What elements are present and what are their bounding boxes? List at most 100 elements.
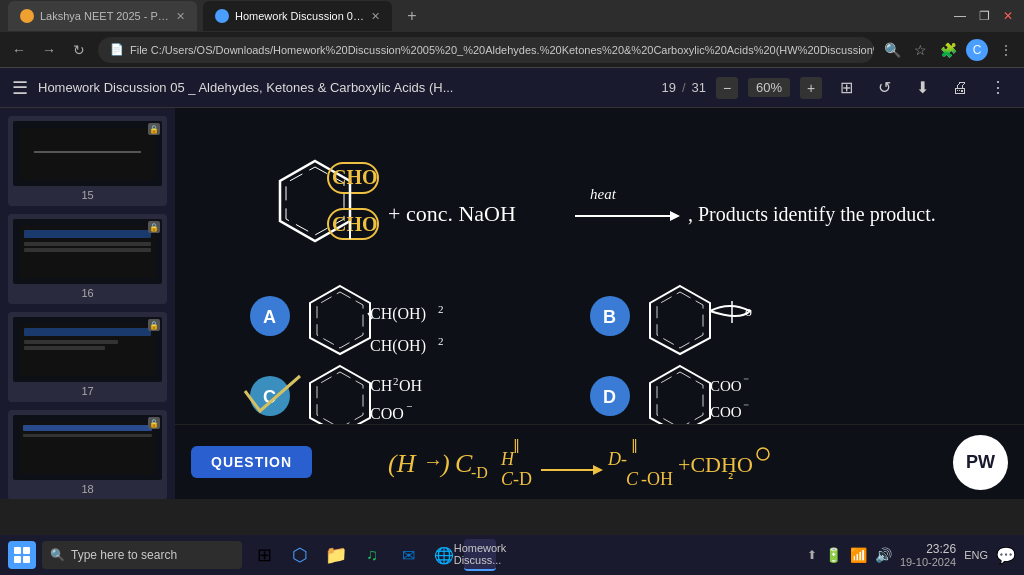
new-tab-button[interactable]: + bbox=[398, 2, 426, 30]
minimize-button[interactable]: — bbox=[952, 8, 968, 24]
slide-thumb-17[interactable]: 🔒 17 bbox=[8, 312, 167, 402]
slide-16-label: 16 bbox=[13, 287, 162, 299]
svg-marker-51 bbox=[650, 366, 710, 424]
svg-text:(H: (H bbox=[388, 449, 417, 478]
svg-text:-OH: -OH bbox=[641, 469, 673, 489]
main-content: 🔒 15 🔒 16 bbox=[0, 108, 1024, 499]
svg-text:CH(OH): CH(OH) bbox=[370, 305, 426, 323]
svg-marker-37 bbox=[657, 292, 703, 348]
more-icon[interactable]: ⋮ bbox=[996, 40, 1016, 60]
more-options-button[interactable]: ⋮ bbox=[984, 74, 1012, 102]
svg-text:+ conc. NaOH: + conc. NaOH bbox=[388, 201, 516, 226]
taskbar-battery: 🔋 bbox=[825, 547, 842, 563]
svg-text:‖: ‖ bbox=[631, 438, 638, 453]
start-button[interactable] bbox=[8, 541, 36, 569]
page-separator: / bbox=[682, 80, 686, 95]
svg-marker-27 bbox=[310, 286, 370, 354]
taskbar-homework[interactable]: Homework Discuss... bbox=[464, 539, 496, 571]
svg-text:CH(OH): CH(OH) bbox=[370, 337, 426, 355]
slide-thumb-18-image: 🔒 bbox=[13, 415, 162, 480]
taskbar-active-app-label: Homework Discuss... bbox=[454, 542, 507, 566]
tab-1-label: Lakshya NEET 2025 - Physics W... bbox=[40, 10, 170, 22]
tab-2[interactable]: Homework Discussion 05 _ Ald... ✕ bbox=[203, 1, 392, 31]
restore-button[interactable]: ❐ bbox=[976, 8, 992, 24]
star-icon[interactable]: ☆ bbox=[910, 40, 930, 60]
svg-rect-79 bbox=[23, 556, 30, 563]
taskbar-widgets[interactable]: ⊞ bbox=[248, 539, 280, 571]
taskbar-date: 19-10-2024 bbox=[900, 556, 956, 568]
svg-marker-67 bbox=[593, 465, 603, 475]
svg-text:): ) bbox=[439, 449, 450, 478]
url-box[interactable]: 📄 File C:/Users/OS/Downloads/Homework%20… bbox=[98, 37, 874, 63]
svg-marker-36 bbox=[650, 286, 710, 354]
svg-text:⁻: ⁻ bbox=[406, 401, 413, 416]
refresh-button[interactable]: ↻ bbox=[68, 39, 90, 61]
taskbar-edge[interactable]: ⬡ bbox=[284, 539, 316, 571]
slide-thumb-15[interactable]: 🔒 15 bbox=[8, 116, 167, 206]
taskbar-explorer[interactable]: 📁 bbox=[320, 539, 352, 571]
svg-text:2: 2 bbox=[438, 335, 444, 347]
svg-text:, Products identify the produc: , Products identify the product. bbox=[688, 203, 936, 226]
slide-main-svg: CHO CHO + conc. NaOH heat , Products ide… bbox=[220, 108, 980, 424]
page-navigation: 19 / 31 bbox=[661, 80, 706, 95]
tab-1[interactable]: Lakshya NEET 2025 - Physics W... ✕ bbox=[8, 1, 197, 31]
menu-icon[interactable]: ☰ bbox=[12, 77, 28, 99]
taskbar-spotify[interactable]: ♫ bbox=[356, 539, 388, 571]
tab-2-label: Homework Discussion 05 _ Ald... bbox=[235, 10, 365, 22]
slide-15-lock-icon: 🔒 bbox=[148, 123, 160, 135]
pw-logo: PW bbox=[953, 435, 1008, 490]
svg-point-75 bbox=[757, 448, 769, 460]
extensions-icon[interactable]: 🧩 bbox=[938, 40, 958, 60]
zoom-out-button[interactable]: − bbox=[716, 77, 738, 99]
slide-18-label: 18 bbox=[13, 483, 162, 495]
svg-text:-D: -D bbox=[513, 469, 532, 489]
svg-text:o: o bbox=[745, 304, 752, 319]
pw-logo-text: PW bbox=[966, 452, 995, 473]
svg-marker-28 bbox=[317, 292, 363, 348]
tab-1-close[interactable]: ✕ bbox=[176, 10, 185, 23]
print-button[interactable]: 🖨 bbox=[946, 74, 974, 102]
taskbar-system-tray: ⬆ 🔋 📶 🔊 23:26 19-10-2024 ENG 💬 bbox=[807, 542, 1016, 568]
slides-sidebar: 🔒 15 🔒 16 bbox=[0, 108, 175, 499]
slide-thumb-17-image: 🔒 bbox=[13, 317, 162, 382]
question-bar: QUESTION (H → ) C -D H ‖ C -D bbox=[175, 424, 1024, 499]
svg-marker-52 bbox=[657, 372, 703, 424]
svg-text:CH: CH bbox=[370, 377, 393, 394]
taskbar-search[interactable]: 🔍 Type here to search bbox=[42, 541, 242, 569]
taskbar-show-desktop[interactable]: ⬆ bbox=[807, 548, 817, 562]
svg-marker-42 bbox=[310, 366, 370, 424]
close-button[interactable]: ✕ bbox=[1000, 8, 1016, 24]
fit-page-button[interactable]: ⊞ bbox=[832, 74, 860, 102]
svg-marker-23 bbox=[670, 211, 680, 221]
slide-area: CHO CHO + conc. NaOH heat , Products ide… bbox=[175, 108, 1024, 499]
slide-16-lock-icon: 🔒 bbox=[148, 221, 160, 233]
taskbar-mail[interactable]: ✉ bbox=[392, 539, 424, 571]
slide-18-lock-icon: 🔒 bbox=[148, 417, 160, 429]
svg-text:2: 2 bbox=[393, 375, 399, 387]
question-button[interactable]: QUESTION bbox=[191, 446, 312, 478]
file-icon: 📄 bbox=[110, 43, 124, 56]
back-button[interactable]: ← bbox=[8, 39, 30, 61]
zoom-in-button[interactable]: + bbox=[800, 77, 822, 99]
slide-thumb-18[interactable]: 🔒 18 bbox=[8, 410, 167, 499]
slide-thumb-16[interactable]: 🔒 16 bbox=[8, 214, 167, 304]
taskbar-volume[interactable]: 🔊 bbox=[875, 547, 892, 563]
tab-1-favicon bbox=[20, 9, 34, 23]
tab-2-close[interactable]: ✕ bbox=[371, 10, 380, 23]
svg-text:→: → bbox=[423, 450, 443, 472]
slide-canvas: CHO CHO + conc. NaOH heat , Products ide… bbox=[175, 108, 1024, 424]
svg-text:COO: COO bbox=[710, 404, 742, 420]
svg-text:B: B bbox=[603, 307, 616, 327]
slide-thumb-16-image: 🔒 bbox=[13, 219, 162, 284]
svg-text:D-: D- bbox=[607, 449, 627, 469]
notifications-button[interactable]: 💬 bbox=[996, 546, 1016, 565]
download-button[interactable]: ⬇ bbox=[908, 74, 936, 102]
search-icon[interactable]: 🔍 bbox=[882, 40, 902, 60]
slide-17-label: 17 bbox=[13, 385, 162, 397]
rotate-button[interactable]: ↺ bbox=[870, 74, 898, 102]
svg-marker-43 bbox=[317, 372, 363, 424]
forward-button[interactable]: → bbox=[38, 39, 60, 61]
profile-icon[interactable]: C bbox=[966, 39, 988, 61]
slide-thumb-15-image: 🔒 bbox=[13, 121, 162, 186]
taskbar-wifi: 📶 bbox=[850, 547, 867, 563]
